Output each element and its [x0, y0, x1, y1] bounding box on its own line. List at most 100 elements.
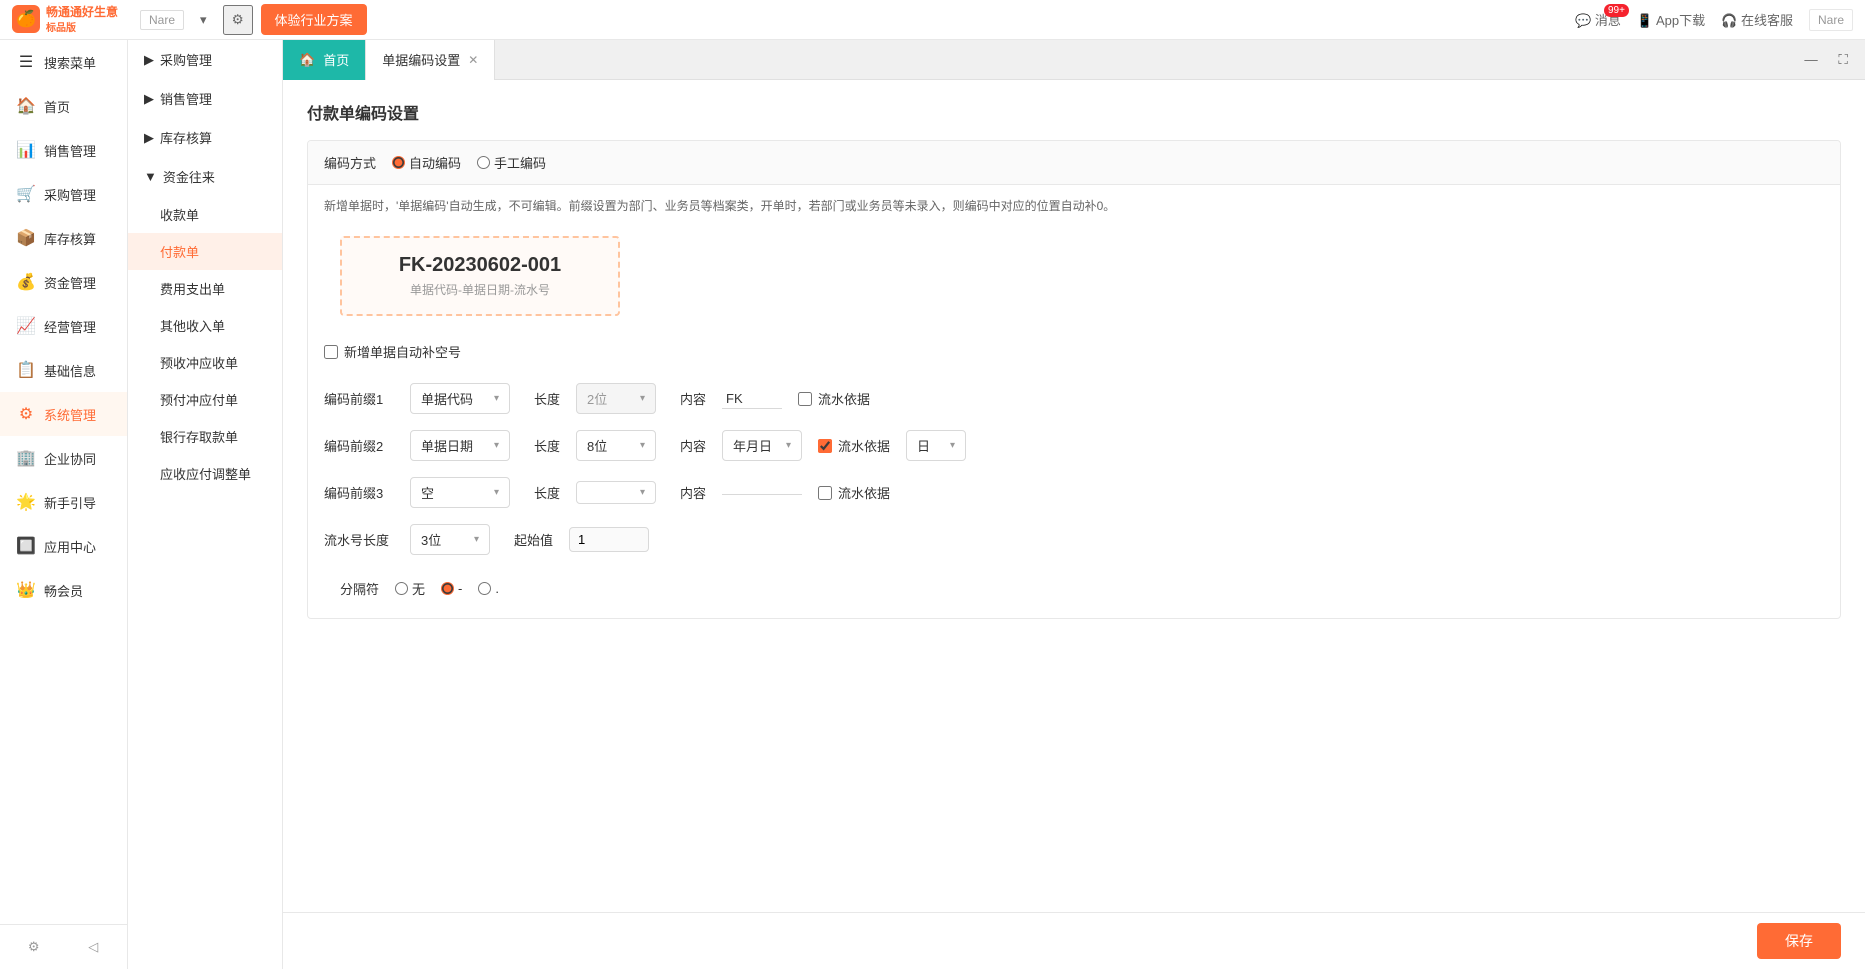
tab-close-btn[interactable]: ✕: [468, 53, 478, 67]
prefix2-length-select[interactable]: 8位 ▾: [576, 430, 656, 461]
sidebar-item-operations[interactable]: 📈 经营管理: [0, 304, 127, 348]
submenu-item-bank-deposit[interactable]: 银行存取款单: [128, 418, 282, 455]
topbar-center: Nare ▾ ⚙ 体验行业方案: [140, 4, 1567, 35]
prefix3-stream-label: 流水依据: [838, 483, 890, 502]
prefix2-label: 编码前缀2: [324, 436, 394, 455]
submenu-item-pre-payment[interactable]: 预付冲应付单: [128, 381, 282, 418]
sidebar-item-apps[interactable]: 🔲 应用中心: [0, 524, 127, 568]
config-row-stream-length: 流水号长度 3位 ▾ 起始值: [324, 524, 1824, 555]
auto-encode-radio[interactable]: 自动编码: [392, 153, 461, 172]
sidebar-item-sales[interactable]: 📊 销售管理: [0, 128, 127, 172]
chevron-right-icon: ▶: [144, 52, 154, 68]
sep-dot-radio[interactable]: .: [478, 581, 499, 596]
sidebar-item-home[interactable]: 🏠 首页: [0, 84, 127, 128]
submenu-item-expense[interactable]: 费用支出单: [128, 270, 282, 307]
submenu-item-adjustment[interactable]: 应收应付调整单: [128, 455, 282, 492]
prefix1-length-select[interactable]: 2位 ▾: [576, 383, 656, 414]
prefix3-select[interactable]: 空 ▾: [410, 477, 510, 508]
logo-icon: 🍊: [12, 5, 40, 33]
manual-encode-radio[interactable]: 手工编码: [477, 153, 546, 172]
prefix1-stream-checkbox[interactable]: [798, 392, 812, 406]
prefix2-content-select[interactable]: 年月日 ▾: [722, 430, 802, 461]
sidebar: ☰ 搜索菜单 🏠 首页 📊 销售管理 🛒 采购管理 📦 库存核算 💰 资金管理 …: [0, 40, 128, 969]
industry-btn[interactable]: 体验行业方案: [261, 4, 367, 35]
encode-section: 编码方式 自动编码 手工编码: [307, 140, 1841, 619]
prefix2-select[interactable]: 单据日期 ▾: [410, 430, 510, 461]
sidebar-item-purchase[interactable]: 🛒 采购管理: [0, 172, 127, 216]
encode-method-row: 编码方式 自动编码 手工编码: [308, 141, 1840, 185]
sidebar-item-system[interactable]: ⚙ 系统管理: [0, 392, 127, 436]
home-icon: 🏠: [16, 96, 36, 116]
tab-home[interactable]: 🏠 首页: [283, 40, 366, 80]
two-col-layout: ▶ 采购管理 ▶ 销售管理 ▶ 库存核算 ▼ 资金往来: [128, 40, 1865, 969]
sep-none-radio[interactable]: 无: [395, 579, 425, 598]
tabbar-maximize-btn[interactable]: ⛶: [1829, 46, 1857, 74]
enterprise-icon: 🏢: [16, 448, 36, 468]
sidebar-item-member[interactable]: 👑 畅会员: [0, 568, 127, 612]
app-download-btn[interactable]: 📱 App下载: [1637, 10, 1705, 29]
submenu-group-sales-title[interactable]: ▶ 销售管理: [128, 79, 282, 118]
download-icon: 📱: [1637, 13, 1653, 28]
topbar-dropdown-btn[interactable]: ▾: [192, 8, 215, 32]
message-icon: 💬: [1575, 13, 1591, 28]
config-row-prefix2: 编码前缀2 单据日期 ▾ 长度 8位 ▾ 内容: [324, 430, 1824, 461]
prefix2-stream-group: 流水依据: [818, 436, 890, 455]
submenu-item-other-income[interactable]: 其他收入单: [128, 307, 282, 344]
info-text: 新增单据时，'单据编码'自动生成，不可编辑。前缀设置为部门、业务员等档案类，开单…: [308, 185, 1840, 228]
prefix2-length-label: 长度: [534, 436, 560, 455]
prefix2-content-label: 内容: [680, 436, 706, 455]
prefix2-unit-chevron-icon: ▾: [944, 440, 955, 451]
newguide-icon: 🌟: [16, 492, 36, 512]
prefix2-length-chevron-icon: ▾: [634, 440, 645, 451]
prefix3-stream-checkbox[interactable]: [818, 486, 832, 500]
sidebar-item-finance[interactable]: 💰 资金管理: [0, 260, 127, 304]
inventory-icon: 📦: [16, 228, 36, 248]
online-service-btn[interactable]: 🎧 在线客服: [1721, 10, 1793, 29]
sidebar-settings-btn[interactable]: ⚙: [8, 933, 60, 961]
sidebar-item-newguide[interactable]: 🌟 新手引导: [0, 480, 127, 524]
submenu-item-receipt[interactable]: 收款单: [128, 196, 282, 233]
tabbar: 🏠 首页 单据编码设置 ✕ — ⛶: [283, 40, 1865, 80]
preview-box: FK-20230602-001 单据代码-单据日期-流水号: [340, 236, 620, 316]
auto-fill-row: 新增单据自动补空号: [308, 332, 1840, 371]
submenu-group-funds: ▼ 资金往来 收款单 付款单 费用支出单 其他收入单 预收冲应收单 预付冲应付单…: [128, 157, 282, 492]
prefix1-select[interactable]: 单据代码 ▾: [410, 383, 510, 414]
page-title: 付款单编码设置: [307, 100, 1841, 124]
topbar-right: 💬 消息 99+ 📱 App下载 🎧 在线客服 Nare: [1575, 9, 1853, 31]
sidebar-item-search[interactable]: ☰ 搜索菜单: [0, 40, 127, 84]
topbar: 🍊 畅通通好生意 标品版 Nare ▾ ⚙ 体验行业方案 💬 消息 99+ 📱 …: [0, 0, 1865, 40]
prefix2-stream-unit-select[interactable]: 日 ▾: [906, 430, 966, 461]
topbar-settings-btn[interactable]: ⚙: [223, 5, 253, 35]
chevron-right-icon3: ▶: [144, 130, 154, 146]
submenu-group-purchase: ▶ 采购管理: [128, 40, 282, 79]
tab-code-settings[interactable]: 单据编码设置 ✕: [366, 40, 495, 80]
sidebar-item-basic[interactable]: 📋 基础信息: [0, 348, 127, 392]
logo-subtitle: 标品版: [46, 19, 118, 34]
submenu-group-inventory-title[interactable]: ▶ 库存核算: [128, 118, 282, 157]
submenu-item-payment[interactable]: 付款单: [128, 233, 282, 270]
prefix3-stream-group: 流水依据: [818, 483, 890, 502]
sidebar-item-enterprise[interactable]: 🏢 企业协同: [0, 436, 127, 480]
message-btn[interactable]: 💬 消息 99+: [1575, 10, 1621, 29]
preview-desc: 单据代码-单据日期-流水号: [366, 281, 594, 298]
preview-code: FK-20230602-001: [366, 254, 594, 277]
prefix3-length-select[interactable]: ▾: [576, 481, 656, 504]
sep-dash-radio[interactable]: -: [441, 581, 462, 596]
sales-icon: 📊: [16, 140, 36, 160]
prefix2-stream-checkbox[interactable]: [818, 439, 832, 453]
stream-length-select[interactable]: 3位 ▾: [410, 524, 490, 555]
prefix1-length-label: 长度: [534, 389, 560, 408]
submenu-group-purchase-title[interactable]: ▶ 采购管理: [128, 40, 282, 79]
start-value-input[interactable]: [569, 527, 649, 552]
apps-icon: 🔲: [16, 536, 36, 556]
separator-label: 分隔符: [340, 579, 379, 598]
auto-fill-checkbox[interactable]: [324, 345, 338, 359]
save-button[interactable]: 保存: [1757, 923, 1841, 959]
submenu-group-funds-title[interactable]: ▼ 资金往来: [128, 157, 282, 196]
separator-row: 分隔符 无 - .: [324, 571, 1824, 606]
sidebar-item-inventory[interactable]: 📦 库存核算: [0, 216, 127, 260]
submenu-item-pre-receipt[interactable]: 预收冲应收单: [128, 344, 282, 381]
sidebar-collapse-btn[interactable]: ◁: [68, 933, 120, 961]
submenu-group-inventory: ▶ 库存核算: [128, 118, 282, 157]
tabbar-minimize-btn[interactable]: —: [1797, 46, 1825, 74]
